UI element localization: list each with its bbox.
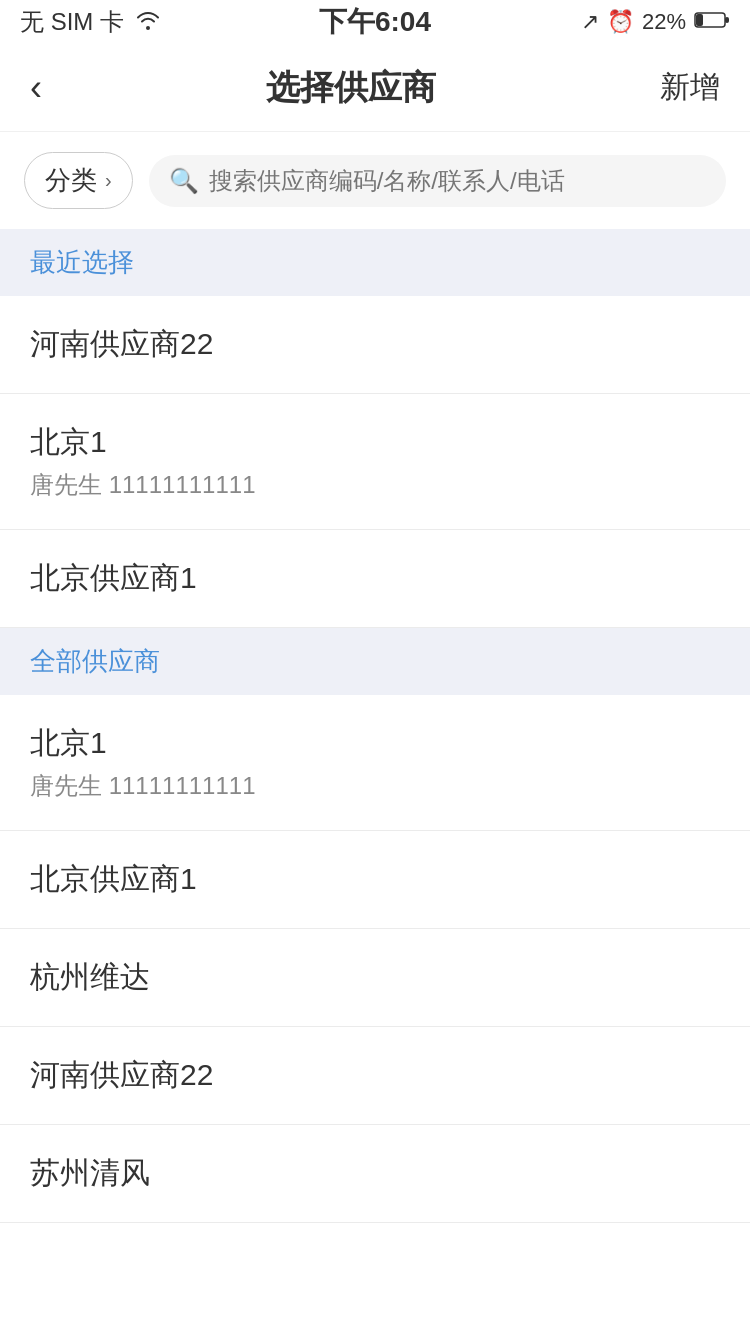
- supplier-name: 苏州清风: [30, 1153, 720, 1194]
- supplier-name: 北京供应商1: [30, 859, 720, 900]
- status-right: ↗ ⏰ 22%: [581, 9, 730, 35]
- status-time: 下午6:04: [319, 3, 431, 41]
- list-item[interactable]: 河南供应商22: [0, 1027, 750, 1125]
- back-button[interactable]: ‹: [30, 67, 42, 109]
- no-sim-text: 无 SIM 卡: [20, 6, 124, 38]
- status-bar: 无 SIM 卡 下午6:04 ↗ ⏰ 22%: [0, 0, 750, 44]
- status-left: 无 SIM 卡: [20, 6, 162, 38]
- list-item[interactable]: 河南供应商22: [0, 296, 750, 394]
- search-icon: 🔍: [169, 167, 199, 195]
- alarm-icon: ⏰: [607, 9, 634, 35]
- category-label: 分类: [45, 163, 97, 198]
- nav-bar: ‹ 选择供应商 新增: [0, 44, 750, 132]
- svg-rect-1: [696, 14, 703, 26]
- wifi-icon: [134, 8, 162, 36]
- list-item[interactable]: 杭州维达: [0, 929, 750, 1027]
- supplier-name: 杭州维达: [30, 957, 720, 998]
- supplier-name: 北京供应商1: [30, 558, 720, 599]
- supplier-name: 河南供应商22: [30, 324, 720, 365]
- list-item[interactable]: 北京供应商1: [0, 831, 750, 929]
- supplier-name: 北京1: [30, 723, 720, 764]
- list-item[interactable]: 北京1 唐先生 11111111111: [0, 695, 750, 831]
- supplier-sub: 唐先生 11111111111: [30, 469, 720, 501]
- sections-container: 最近选择河南供应商22 北京1 唐先生 11111111111 北京供应商1 全部供应商…: [0, 229, 750, 1223]
- search-box: 🔍: [149, 155, 726, 207]
- supplier-sub: 唐先生 11111111111: [30, 770, 720, 802]
- list-item[interactable]: 苏州清风: [0, 1125, 750, 1223]
- search-input[interactable]: [209, 167, 706, 195]
- category-button[interactable]: 分类 ›: [24, 152, 133, 209]
- section-header-all: 全部供应商: [0, 628, 750, 695]
- chevron-right-icon: ›: [105, 169, 112, 192]
- filter-bar: 分类 › 🔍: [0, 132, 750, 229]
- battery-text: 22%: [642, 9, 686, 35]
- list-item[interactable]: 北京供应商1: [0, 530, 750, 628]
- add-button[interactable]: 新增: [660, 67, 720, 108]
- supplier-name: 北京1: [30, 422, 720, 463]
- page-title: 选择供应商: [266, 65, 436, 111]
- section-header-recent: 最近选择: [0, 229, 750, 296]
- location-icon: ↗: [581, 9, 599, 35]
- supplier-name: 河南供应商22: [30, 1055, 720, 1096]
- battery-icon: [694, 9, 730, 35]
- list-item[interactable]: 北京1 唐先生 11111111111: [0, 394, 750, 530]
- svg-rect-2: [725, 17, 729, 23]
